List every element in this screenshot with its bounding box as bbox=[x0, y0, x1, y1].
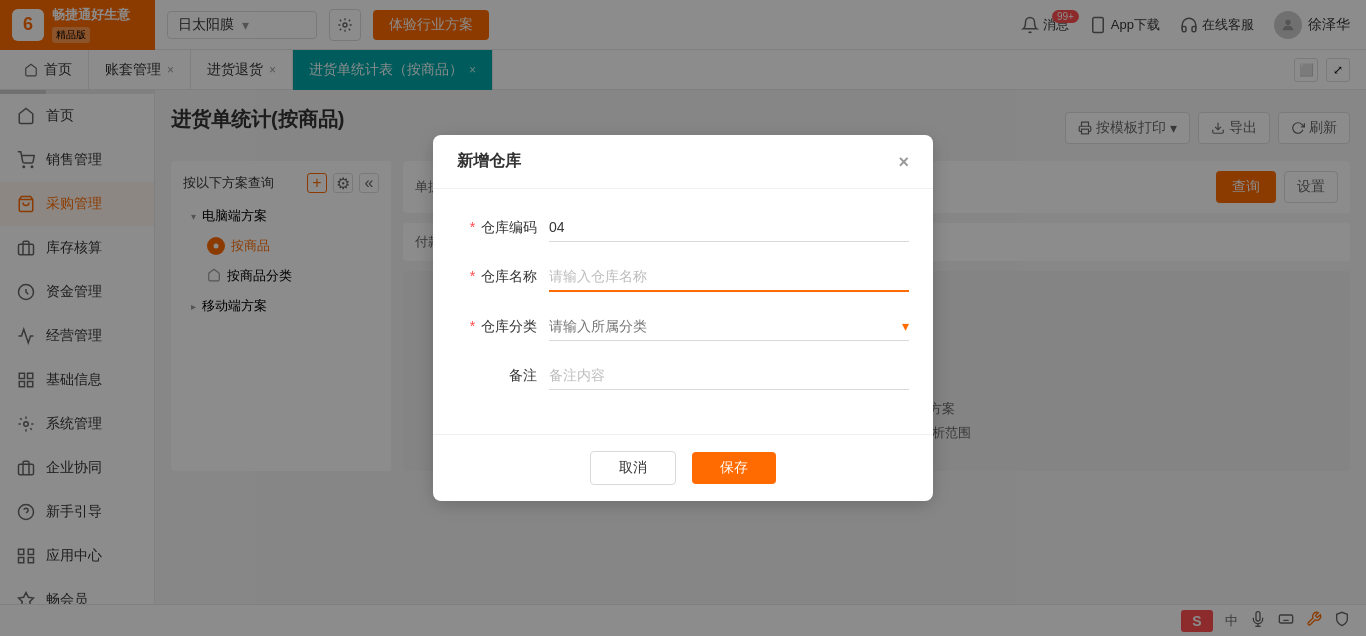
code-required-mark: * bbox=[470, 219, 475, 235]
name-input[interactable] bbox=[549, 262, 909, 292]
cancel-button[interactable]: 取消 bbox=[590, 451, 676, 485]
category-required-mark: * bbox=[470, 318, 475, 334]
code-input[interactable] bbox=[549, 213, 909, 242]
name-row: * 仓库名称 bbox=[457, 262, 909, 292]
category-label-text: 仓库分类 bbox=[481, 318, 537, 334]
save-button[interactable]: 保存 bbox=[692, 452, 776, 484]
remark-row: 备注 bbox=[457, 361, 909, 390]
category-dropdown-icon: ▾ bbox=[902, 318, 909, 334]
modal-title: 新增仓库 bbox=[457, 151, 521, 172]
code-row: * 仓库编码 bbox=[457, 213, 909, 242]
name-label-text: 仓库名称 bbox=[481, 268, 537, 284]
remark-label-text: 备注 bbox=[509, 367, 537, 383]
modal-body: * 仓库编码 * 仓库名称 * 仓库分类 bbox=[433, 189, 933, 434]
modal-footer: 取消 保存 bbox=[433, 434, 933, 501]
remark-label: 备注 bbox=[457, 367, 537, 385]
remark-input[interactable] bbox=[549, 361, 909, 390]
name-required-mark: * bbox=[470, 268, 475, 284]
modal-header: 新增仓库 × bbox=[433, 135, 933, 189]
new-warehouse-modal: 新增仓库 × * 仓库编码 * 仓库名称 bbox=[433, 135, 933, 501]
category-input[interactable] bbox=[549, 318, 902, 334]
category-row: * 仓库分类 ▾ bbox=[457, 312, 909, 341]
category-select[interactable]: ▾ bbox=[549, 312, 909, 341]
name-label: * 仓库名称 bbox=[457, 268, 537, 286]
modal-close-button[interactable]: × bbox=[898, 153, 909, 171]
category-label: * 仓库分类 bbox=[457, 318, 537, 336]
code-label-text: 仓库编码 bbox=[481, 219, 537, 235]
code-label: * 仓库编码 bbox=[457, 219, 537, 237]
modal-overlay: 新增仓库 × * 仓库编码 * 仓库名称 bbox=[0, 0, 1366, 636]
